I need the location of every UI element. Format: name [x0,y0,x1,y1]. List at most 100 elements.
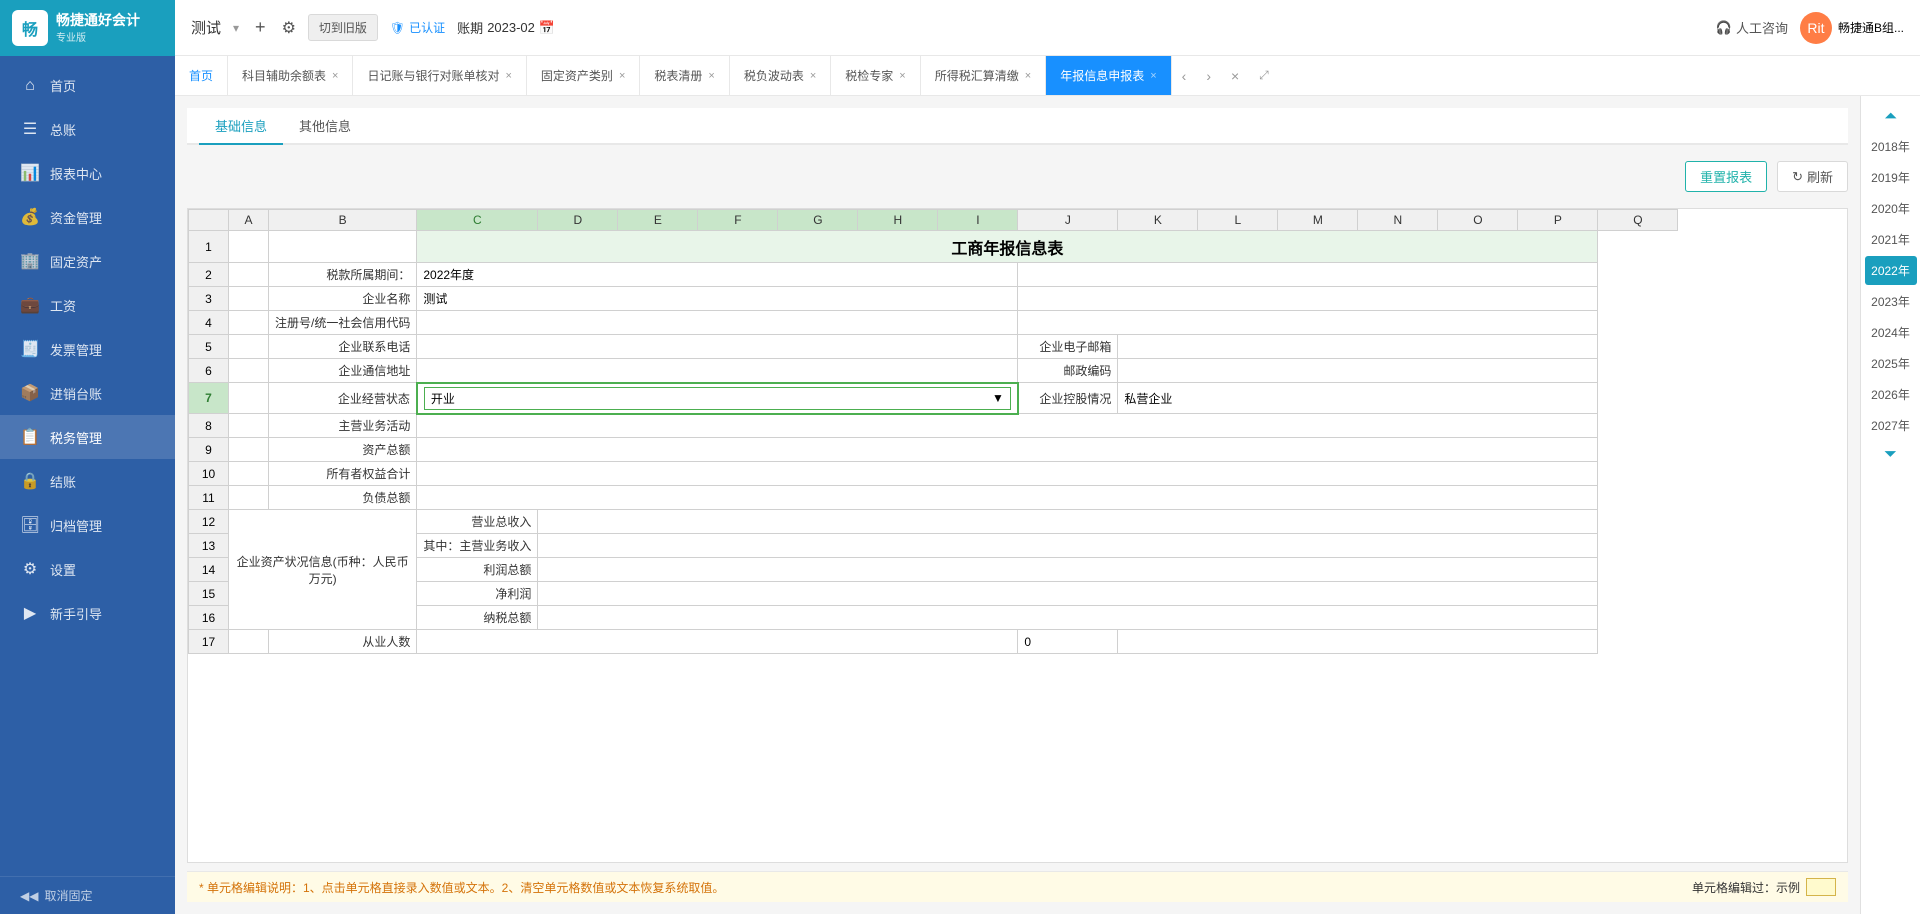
cell-c7-value[interactable]: 开业 ▼ [417,383,1018,414]
col-header-h[interactable]: H [858,210,938,231]
cell-c15-label[interactable]: 净利润 [417,582,538,606]
cell-c2-value[interactable]: 2022年度 [417,263,1018,287]
cell-a6[interactable] [229,359,269,383]
cell-a11[interactable] [229,486,269,510]
old-version-button[interactable]: 切到旧版 [308,14,378,41]
refresh-button[interactable]: ↻ 刷新 [1777,161,1848,192]
year-item-2025[interactable]: 2025年 [1865,349,1917,378]
cell-c10-value[interactable] [417,462,1598,486]
cell-d13-value[interactable] [538,534,1598,558]
cell-title[interactable]: 工商年报信息表 [417,231,1598,263]
cell-j7-label[interactable]: 企业控股情况 [1018,383,1118,414]
tab-taxfluc[interactable]: 税负波动表 × [730,56,831,96]
cell-d16-value[interactable] [538,606,1598,630]
cell-b5-label[interactable]: 企业联系电话 [269,335,417,359]
cell-b17-label[interactable]: 从业人数 [269,630,417,654]
col-header-c[interactable]: C [417,210,538,231]
tab-income-close[interactable]: × [1025,70,1031,82]
tab-journal[interactable]: 日记账与银行对账单核对 × [353,56,526,96]
year-item-2021[interactable]: 2021年 [1865,225,1917,254]
status-dropdown[interactable]: 开业 ▼ [424,387,1011,410]
cell-b3-label[interactable]: 企业名称 [269,287,417,311]
sidebar-item-newbie[interactable]: ▶ 新手引导 [0,591,175,635]
year-item-2023[interactable]: 2023年 [1865,287,1917,316]
year-item-2024[interactable]: 2024年 [1865,318,1917,347]
cell-k7-value[interactable]: 私营企业 [1118,383,1598,414]
tab-taxform-close[interactable]: × [708,70,714,82]
year-item-2022[interactable]: 2022年 [1865,256,1917,285]
cell-b11-label[interactable]: 负债总额 [269,486,417,510]
cell-c13-label[interactable]: 其中：主营业务收入 [417,534,538,558]
cell-a8[interactable] [229,414,269,438]
cell-c4-value[interactable] [417,311,1018,335]
col-header-e[interactable]: E [618,210,698,231]
cell-b10-label[interactable]: 所有者权益合计 [269,462,417,486]
cell-k6-value[interactable] [1118,359,1598,383]
cell-c12-label[interactable]: 营业总收入 [417,510,538,534]
sidebar-item-closing[interactable]: 🔒 结账 [0,459,175,503]
sidebar-item-settings[interactable]: ⚙ 设置 [0,547,175,591]
cell-j17[interactable]: 0 [1018,630,1118,654]
cell-a4[interactable] [229,311,269,335]
cell-j3[interactable] [1018,287,1598,311]
year-item-2018[interactable]: 2018年 [1865,132,1917,161]
customer-service-btn[interactable]: 🎧 人工咨询 [1716,18,1788,37]
col-header-d[interactable]: D [538,210,618,231]
sidebar-item-report[interactable]: 📊 报表中心 [0,151,175,195]
cell-a5[interactable] [229,335,269,359]
calendar-icon[interactable]: 📅 [539,20,555,36]
cell-d15-value[interactable] [538,582,1598,606]
year-item-2019[interactable]: 2019年 [1865,163,1917,192]
cell-a10[interactable] [229,462,269,486]
tab-assets-close[interactable]: × [619,70,625,82]
year-nav-up-btn[interactable]: ⏶ [1880,104,1901,130]
sidebar-item-cash[interactable]: 💰 资金管理 [0,195,175,239]
cell-b7-label[interactable]: 企业经营状态 [269,383,417,414]
user-menu[interactable]: Rit 畅捷通B组... [1800,12,1904,44]
col-header-g[interactable]: G [778,210,858,231]
cell-d14-value[interactable] [538,558,1598,582]
cell-c5-value[interactable] [417,335,1018,359]
cell-c9-value[interactable] [417,438,1598,462]
tab-taxform[interactable]: 税表清册 × [640,56,729,96]
sidebar-item-archive[interactable]: 🗄 归档管理 [0,503,175,547]
cell-c8-value[interactable] [417,414,1598,438]
year-item-2027[interactable]: 2027年 [1865,411,1917,440]
sub-tab-basic[interactable]: 基础信息 [199,108,283,145]
cell-b8-label[interactable]: 主营业务活动 [269,414,417,438]
tab-income[interactable]: 所得税汇算清缴 × [921,56,1046,96]
cell-c11-value[interactable] [417,486,1598,510]
year-item-2020[interactable]: 2020年 [1865,194,1917,223]
cell-a2[interactable] [229,263,269,287]
settings-icon[interactable]: ⚙ [282,18,296,38]
app-chevron-icon[interactable]: ▾ [233,21,239,35]
cell-b4-label[interactable]: 注册号/统一社会信用代码 [269,311,417,335]
sidebar-item-inventory[interactable]: 📦 进销台账 [0,371,175,415]
tab-aux-close[interactable]: × [332,70,338,82]
sidebar-item-invoice[interactable]: 🧾 发票管理 [0,327,175,371]
sidebar-item-tax[interactable]: 📋 税务管理 [0,415,175,459]
cell-c14-label[interactable]: 利润总额 [417,558,538,582]
tab-aux[interactable]: 科目辅助余额表 × [228,56,353,96]
spreadsheet-container[interactable]: A B C D E F G H I J K L M [187,208,1848,863]
tab-close-all-btn[interactable]: × [1221,68,1249,84]
col-header-i[interactable]: I [938,210,1018,231]
tab-expand-btn[interactable]: ⤢ [1249,68,1279,83]
year-item-2026[interactable]: 2026年 [1865,380,1917,409]
cell-c3-value[interactable]: 测试 [417,287,1018,311]
tab-next-btn[interactable]: › [1196,68,1221,84]
cell-j6-label[interactable]: 邮政编码 [1018,359,1118,383]
tab-annualreport-close[interactable]: × [1150,70,1156,82]
tab-journal-close[interactable]: × [505,70,511,82]
new-tab-button[interactable]: + [251,17,270,38]
sub-tab-other[interactable]: 其他信息 [283,108,367,145]
cell-a7[interactable] [229,383,269,414]
cell-k5-value[interactable] [1118,335,1598,359]
tab-taxcheck-close[interactable]: × [899,70,905,82]
year-nav-down-btn[interactable]: ⏷ [1880,442,1901,468]
sidebar-item-assets[interactable]: 🏢 固定资产 [0,239,175,283]
cell-b9-label[interactable]: 资产总额 [269,438,417,462]
cell-a17[interactable] [229,630,269,654]
tab-taxcheck[interactable]: 税检专家 × [831,56,920,96]
sidebar-collapse-btn[interactable]: ◀◀ 取消固定 [0,876,175,914]
